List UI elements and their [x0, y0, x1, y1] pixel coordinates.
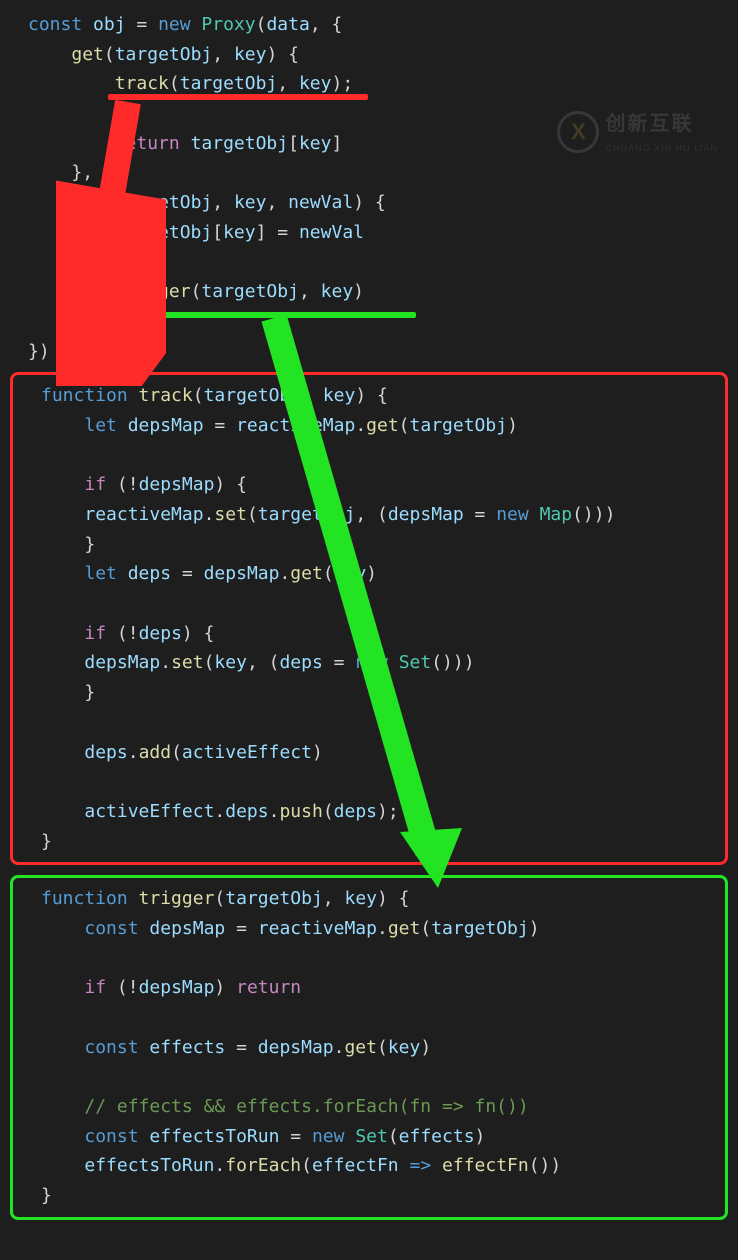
- code-block-trigger: function trigger(targetObj, key) { const…: [13, 884, 725, 1211]
- trigger-underline: [118, 312, 416, 318]
- trigger-function-box: function trigger(targetObj, key) { const…: [10, 875, 728, 1220]
- watermark-icon: X: [557, 111, 599, 153]
- watermark-en: CHUANG XIN HU LIAN: [605, 141, 718, 156]
- watermark-logo: X 创新互联 CHUANG XIN HU LIAN: [557, 108, 718, 156]
- watermark-cn: 创新互联: [605, 108, 718, 141]
- code-block-track: function track(targetObj, key) { let dep…: [13, 381, 725, 856]
- track-underline: [108, 94, 368, 100]
- track-function-box: function track(targetObj, key) { let dep…: [10, 372, 728, 865]
